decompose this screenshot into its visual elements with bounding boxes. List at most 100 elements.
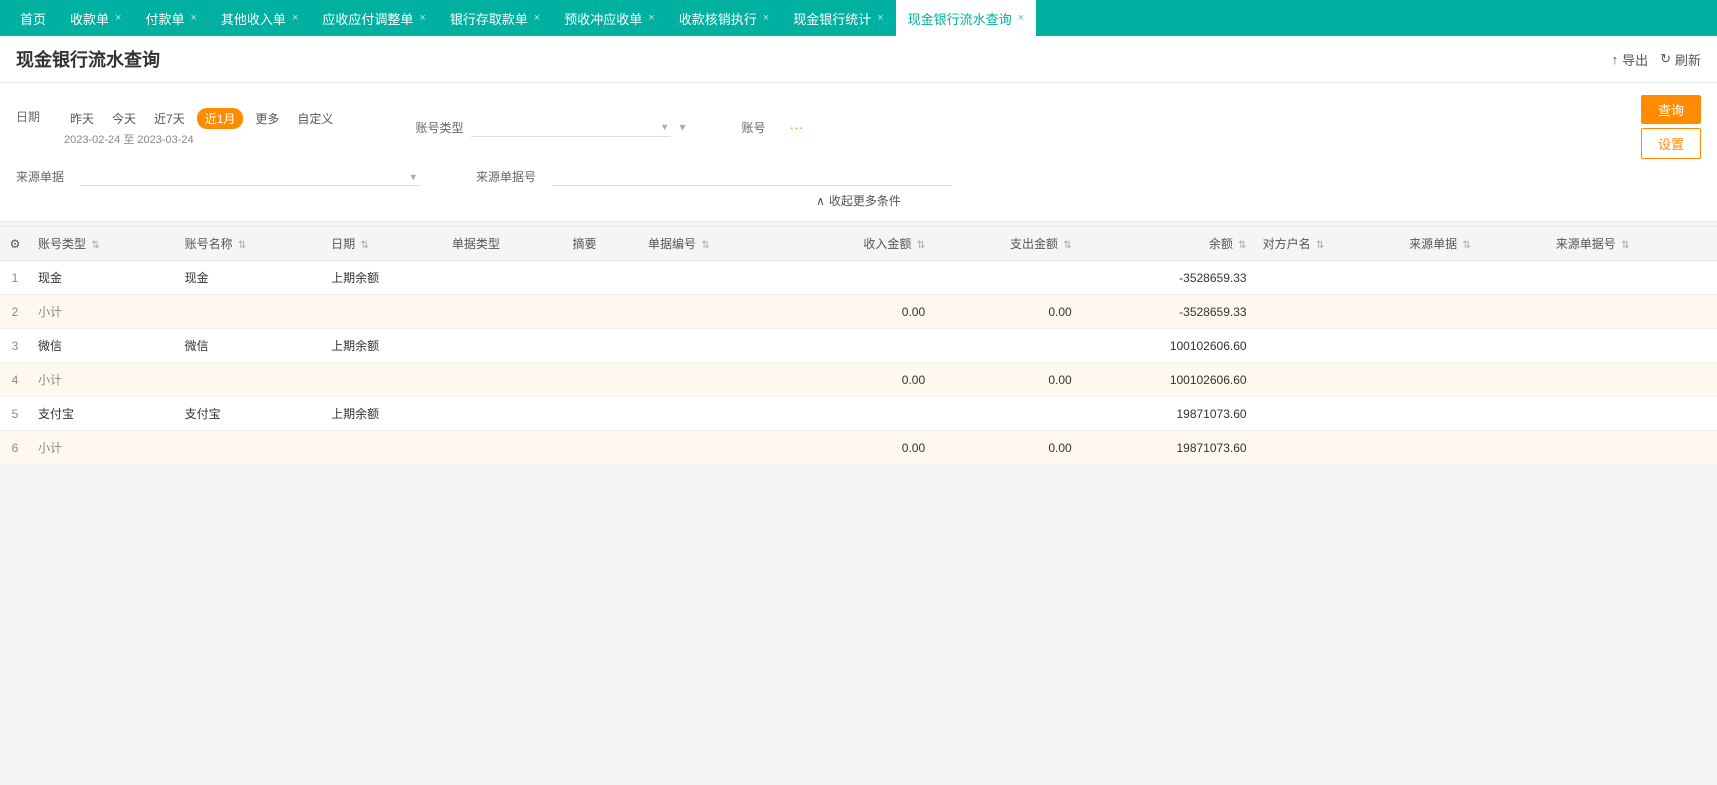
page-title: 现金银行流水查询 bbox=[16, 46, 160, 72]
account-type-dropdown-icon[interactable]: ▾ bbox=[679, 120, 685, 134]
account-type-label: 账号类型 bbox=[415, 119, 463, 136]
col-expense-label: 支出金额 bbox=[1010, 237, 1058, 251]
nav-verify[interactable]: 收款核销执行 × bbox=[667, 0, 781, 36]
col-account-name-label: 账号名称 bbox=[185, 237, 233, 251]
table-header-row: ⚙ 账号类型 ⇅ 账号名称 ⇅ 日期 ⇅ 单据类型 摘要 bbox=[0, 227, 1717, 261]
filter-area: 日期 昨天 今天 近7天 近1月 更多 自定义 2023-02-24 至 202… bbox=[0, 83, 1717, 222]
source-doc-no-input[interactable] bbox=[552, 167, 952, 186]
top-navigation: 首页 收款单 × 付款单 × 其他收入单 × 应收应付调整单 × 银行存取款单 … bbox=[0, 0, 1717, 36]
close-icon[interactable]: × bbox=[419, 12, 425, 24]
account-type-select-wrapper bbox=[471, 118, 671, 137]
nav-flow-query[interactable]: 现金银行流水查询 × bbox=[896, 0, 1036, 36]
source-doc-no-cell bbox=[1548, 261, 1717, 295]
col-source-doc-no[interactable]: 来源单据号 ⇅ bbox=[1548, 227, 1717, 261]
col-account-type[interactable]: 账号类型 ⇅ bbox=[30, 227, 177, 261]
col-settings[interactable]: ⚙ bbox=[0, 227, 30, 261]
col-income-label: 收入金额 bbox=[863, 237, 911, 251]
nav-stats[interactable]: 现金银行统计 × bbox=[781, 0, 895, 36]
date-buttons: 昨天 今天 近7天 近1月 更多 自定义 bbox=[64, 108, 339, 129]
page-header: 现金银行流水查询 ↑ 导出 ↻ 刷新 bbox=[0, 36, 1717, 83]
col-summary[interactable]: 摘要 bbox=[565, 227, 640, 261]
account-type-cell: 微信 bbox=[30, 329, 177, 363]
refresh-button[interactable]: ↻ 刷新 bbox=[1660, 50, 1701, 69]
doc-no-cell bbox=[640, 431, 787, 465]
date-btn-more[interactable]: 更多 bbox=[249, 108, 285, 129]
account-name-cell bbox=[177, 295, 324, 329]
nav-other-income[interactable]: 其他收入单 × bbox=[209, 0, 310, 36]
expense-cell bbox=[933, 329, 1080, 363]
row-number: 3 bbox=[0, 329, 30, 363]
counterpart-cell bbox=[1255, 295, 1402, 329]
doc-type-cell bbox=[444, 261, 565, 295]
date-btn-yesterday[interactable]: 昨天 bbox=[64, 108, 100, 129]
col-account-name[interactable]: 账号名称 ⇅ bbox=[177, 227, 324, 261]
account-type-select[interactable] bbox=[471, 118, 671, 137]
source-doc-no-label: 来源单据号 bbox=[476, 168, 536, 185]
income-cell: 0.00 bbox=[787, 295, 934, 329]
source-doc-no-cell bbox=[1548, 397, 1717, 431]
refresh-icon: ↻ bbox=[1660, 51, 1671, 67]
expense-cell: 0.00 bbox=[933, 431, 1080, 465]
date-btn-custom[interactable]: 自定义 bbox=[291, 108, 339, 129]
col-doc-no[interactable]: 单据编号 ⇅ bbox=[640, 227, 787, 261]
balance-cell: 100102606.60 bbox=[1080, 329, 1255, 363]
close-icon[interactable]: × bbox=[877, 12, 883, 24]
nav-adjustment[interactable]: 应收应付调整单 × bbox=[310, 0, 437, 36]
account-type-cell: 现金 bbox=[30, 261, 177, 295]
doc-no-cell bbox=[640, 363, 787, 397]
col-doc-type[interactable]: 单据类型 bbox=[444, 227, 565, 261]
account-name-cell: 微信 bbox=[177, 329, 324, 363]
close-icon[interactable]: × bbox=[763, 12, 769, 24]
account-type-cell: 小计 bbox=[30, 431, 177, 465]
source-doc-cell bbox=[1401, 397, 1548, 431]
close-icon[interactable]: × bbox=[115, 12, 121, 24]
summary-cell bbox=[565, 295, 640, 329]
nav-payment[interactable]: 付款单 × bbox=[133, 0, 208, 36]
date-cell: 上期余额 bbox=[323, 397, 444, 431]
export-button[interactable]: ↑ 导出 bbox=[1612, 50, 1649, 69]
close-icon[interactable]: × bbox=[648, 12, 654, 24]
nav-home[interactable]: 首页 bbox=[8, 0, 58, 36]
date-btn-7days[interactable]: 近7天 bbox=[148, 108, 191, 129]
close-icon[interactable]: × bbox=[534, 12, 540, 24]
nav-bank-deposit[interactable]: 银行存取款单 × bbox=[438, 0, 552, 36]
row-number: 6 bbox=[0, 431, 30, 465]
date-btn-today[interactable]: 今天 bbox=[106, 108, 142, 129]
income-cell bbox=[787, 397, 934, 431]
col-date[interactable]: 日期 ⇅ bbox=[323, 227, 444, 261]
col-expense[interactable]: 支出金额 ⇅ bbox=[933, 227, 1080, 261]
col-source-doc-no-label: 来源单据号 bbox=[1556, 237, 1616, 251]
source-doc-cell bbox=[1401, 431, 1548, 465]
income-cell: 0.00 bbox=[787, 431, 934, 465]
col-counterpart[interactable]: 对方户名 ⇅ bbox=[1255, 227, 1402, 261]
col-balance[interactable]: 余额 ⇅ bbox=[1080, 227, 1255, 261]
collapse-button[interactable]: ∧ 收起更多条件 bbox=[816, 192, 901, 209]
table-row: 6小计0.000.0019871073.60 bbox=[0, 431, 1717, 465]
close-icon[interactable]: × bbox=[292, 12, 298, 24]
sort-icon: ⇅ bbox=[1238, 240, 1246, 251]
settings-button[interactable]: 设置 bbox=[1641, 128, 1701, 159]
col-source-doc[interactable]: 来源单据 ⇅ bbox=[1401, 227, 1548, 261]
account-no-ellipsis[interactable]: ··· bbox=[789, 119, 803, 135]
table-row: 3微信微信上期余额100102606.60 bbox=[0, 329, 1717, 363]
close-icon[interactable]: × bbox=[1018, 12, 1024, 24]
col-date-label: 日期 bbox=[331, 237, 355, 251]
date-btn-1month[interactable]: 近1月 bbox=[197, 108, 244, 129]
col-income[interactable]: 收入金额 ⇅ bbox=[787, 227, 934, 261]
table-row: 1现金现金上期余额-3528659.33 bbox=[0, 261, 1717, 295]
nav-receipt[interactable]: 收款单 × bbox=[58, 0, 133, 36]
sort-icon: ⇅ bbox=[1463, 240, 1471, 251]
row-number: 1 bbox=[0, 261, 30, 295]
date-cell bbox=[323, 431, 444, 465]
nav-advance[interactable]: 预收冲应收单 × bbox=[552, 0, 666, 36]
close-icon[interactable]: × bbox=[190, 12, 196, 24]
source-doc-cell bbox=[1401, 295, 1548, 329]
query-button[interactable]: 查询 bbox=[1641, 95, 1701, 124]
date-cell: 上期余额 bbox=[323, 329, 444, 363]
table-row: 5支付宝支付宝上期余额19871073.60 bbox=[0, 397, 1717, 431]
summary-cell bbox=[565, 397, 640, 431]
account-name-cell bbox=[177, 431, 324, 465]
counterpart-cell bbox=[1255, 261, 1402, 295]
source-doc-input[interactable] bbox=[80, 167, 420, 186]
sort-icon: ⇅ bbox=[361, 240, 369, 251]
